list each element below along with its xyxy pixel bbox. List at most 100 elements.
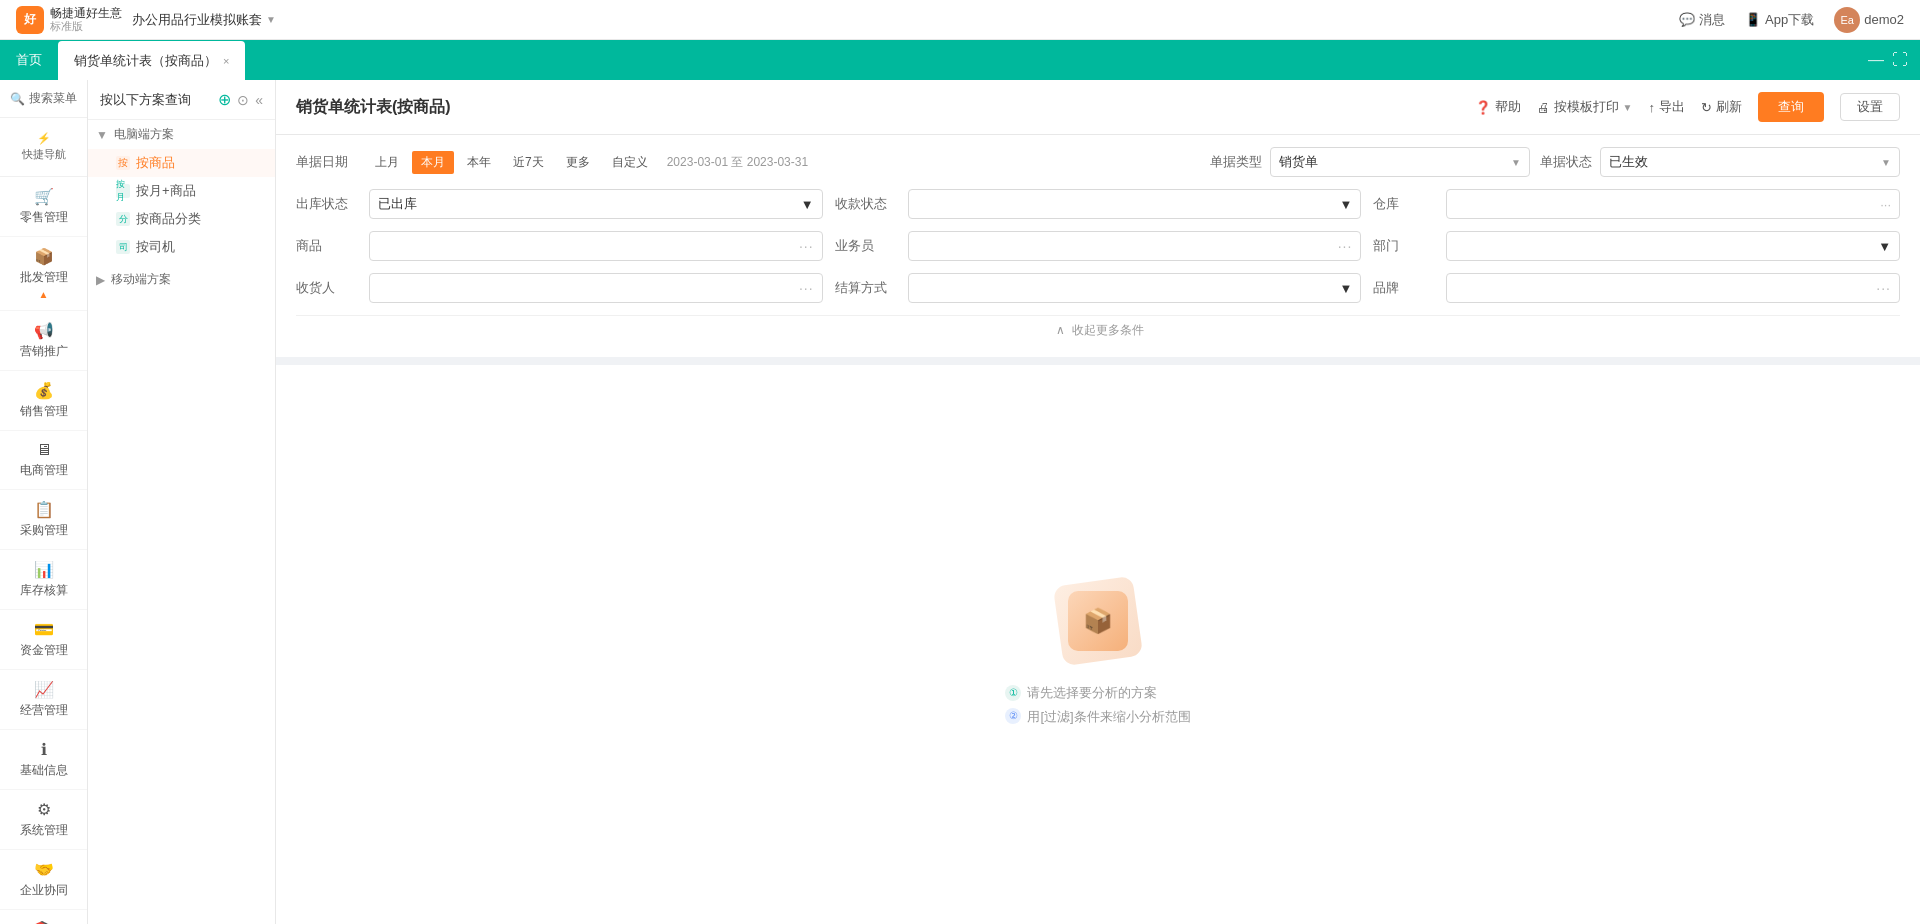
collapse-bar[interactable]: ∧ 收起更多条件	[296, 315, 1900, 345]
doc-status-select[interactable]: 已生效 ▼	[1600, 147, 1900, 177]
sidebar-item-operations-label: 经营管理	[20, 702, 68, 719]
payment-cell: 结算方式 ▼	[835, 273, 1362, 303]
search-menu-button[interactable]: 🔍 搜索菜单	[8, 90, 79, 107]
sidebar-item-ecommerce[interactable]: 🖥 电商管理	[0, 431, 87, 490]
tree-item-driver-label: 按司机	[136, 238, 175, 256]
collab-icon: 🤝	[34, 860, 54, 879]
sidebar-item-marketing[interactable]: 📢 营销推广	[0, 311, 87, 371]
collapse-up-icon: ∧	[1056, 323, 1065, 337]
maximize-icon[interactable]: ⛶	[1892, 51, 1908, 69]
tab-active[interactable]: 销货单统计表（按商品） ×	[58, 41, 245, 81]
workspace-selector[interactable]: 办公用品行业模拟账套 ▼	[132, 11, 276, 29]
staff-input[interactable]: ···	[908, 231, 1362, 261]
staff-cell: 业务员 ···	[835, 231, 1362, 261]
dept-select[interactable]: ▼	[1446, 231, 1900, 261]
sidebar-item-purchase[interactable]: 📋 采购管理	[0, 490, 87, 550]
user-menu[interactable]: Ea demo2	[1834, 7, 1904, 33]
date-pill-more[interactable]: 更多	[557, 151, 599, 174]
doc-type-select[interactable]: 销货单 ▼	[1270, 147, 1530, 177]
warehouse-select[interactable]: ···	[1446, 189, 1900, 219]
query-button[interactable]: 查询	[1758, 92, 1824, 122]
sidebar-item-basic[interactable]: ℹ 基础信息	[0, 730, 87, 790]
print-icon: 🖨	[1537, 100, 1550, 115]
sidebar-item-operations[interactable]: 📈 经营管理	[0, 670, 87, 730]
payment-select[interactable]: ▼	[908, 273, 1362, 303]
minimize-icon[interactable]: —	[1868, 51, 1884, 69]
tree-item-by-category[interactable]: 分 按商品分类	[88, 205, 275, 233]
tree-arrow-pc: ▼	[96, 128, 108, 142]
staff-dots: ···	[1338, 238, 1353, 254]
wholesale-icon: 📦	[34, 247, 54, 266]
out-status-value: 已出库	[378, 195, 417, 213]
hint-2-text: 用[过滤]条件来缩小分析范围	[1027, 705, 1190, 728]
tab-close-icon[interactable]: ×	[223, 55, 229, 67]
settings-button[interactable]: 设置	[1840, 93, 1900, 121]
edit-scheme-icon[interactable]: ⊙	[237, 92, 249, 108]
avatar: Ea	[1834, 7, 1860, 33]
filter-row-3: 商品 ··· 业务员 ··· 部门 ▼	[296, 231, 1900, 261]
date-pill-7days[interactable]: 近7天	[504, 151, 553, 174]
add-scheme-icon[interactable]: ⊕	[218, 90, 231, 109]
tab-home[interactable]: 首页	[0, 40, 58, 80]
filter-row-4: 收货人 ··· 结算方式 ▼ 品牌 ···	[296, 273, 1900, 303]
tree-item-by-driver[interactable]: 司 按司机	[88, 233, 275, 261]
brand-cell: 品牌 ···	[1373, 273, 1900, 303]
msg-button[interactable]: 💬 消息	[1679, 11, 1725, 29]
purchase-icon: 📋	[34, 500, 54, 519]
sidebar-nav: ⚡ 快捷导航	[0, 118, 87, 177]
receiver-input[interactable]: ···	[369, 273, 823, 303]
out-status-select[interactable]: 已出库 ▼	[369, 189, 823, 219]
date-pill-custom[interactable]: 自定义	[603, 151, 657, 174]
tree-item-by-goods[interactable]: 按 按商品	[88, 149, 275, 177]
brand-input[interactable]: ···	[1446, 273, 1900, 303]
scheme-icon-driver: 司	[116, 240, 130, 254]
sidebar-item-system[interactable]: ⚙ 系统管理	[0, 790, 87, 850]
topbar-right: 💬 消息 📱 App下载 Ea demo2	[1679, 7, 1904, 33]
sidebar-item-finance[interactable]: 💳 资金管理	[0, 610, 87, 670]
sidebar-item-retail[interactable]: 🛒 零售管理	[0, 177, 87, 237]
hint-1-dot: ①	[1005, 685, 1021, 701]
sidebar-item-inventory[interactable]: 📊 库存核算	[0, 550, 87, 610]
app-download-button[interactable]: 📱 App下载	[1745, 11, 1814, 29]
operations-icon: 📈	[34, 680, 54, 699]
sidebar-item-guide[interactable]: 📚 新手引导	[0, 910, 87, 924]
doc-type-label: 单据类型	[1200, 153, 1270, 171]
receiver-label: 收货人	[296, 279, 361, 297]
tab-controls: — ⛶	[1868, 51, 1920, 69]
pay-status-select[interactable]: ▼	[908, 189, 1362, 219]
tree-section-pc: ▼ 电脑端方案	[88, 120, 275, 149]
sidebar-item-wholesale[interactable]: 📦 批发管理 ▲	[0, 237, 87, 311]
brand-dots: ···	[1876, 280, 1891, 296]
refresh-button[interactable]: ↻ 刷新	[1701, 98, 1742, 116]
goods-input[interactable]: ···	[369, 231, 823, 261]
scheme-icon-month: 按月	[116, 184, 130, 198]
payment-label: 结算方式	[835, 279, 900, 297]
doc-status-caret: ▼	[1881, 157, 1891, 168]
staff-label: 业务员	[835, 237, 900, 255]
collapse-panel-icon[interactable]: «	[255, 92, 263, 108]
help-button[interactable]: ❓ 帮助	[1475, 98, 1521, 116]
page-title: 销货单统计表(按商品)	[296, 97, 451, 130]
sales-icon: 💰	[34, 381, 54, 400]
quick-nav-button[interactable]: ⚡ 快捷导航	[0, 126, 87, 168]
tree-item-category-label: 按商品分类	[136, 210, 201, 228]
quick-nav-icon: ⚡	[37, 132, 51, 145]
date-pill-this-month[interactable]: 本月	[412, 151, 454, 174]
date-pill-this-year[interactable]: 本年	[458, 151, 500, 174]
help-icon: ❓	[1475, 100, 1491, 115]
sidebar-item-sales[interactable]: 💰 销售管理	[0, 371, 87, 431]
empty-icon-wrapper: 📦	[1038, 561, 1158, 661]
system-icon: ⚙	[37, 800, 51, 819]
workspace-label: 办公用品行业模拟账套	[132, 11, 262, 29]
doc-status-value: 已生效	[1609, 153, 1648, 171]
sidebar-item-ecommerce-label: 电商管理	[20, 462, 68, 479]
quick-nav-label: 快捷导航	[22, 147, 66, 162]
date-pill-last-month[interactable]: 上月	[366, 151, 408, 174]
refresh-label: 刷新	[1716, 98, 1742, 116]
tree-item-by-month-goods[interactable]: 按月 按月+商品	[88, 177, 275, 205]
sidebar-item-collab[interactable]: 🤝 企业协同	[0, 850, 87, 910]
filter-area: 单据日期 上月 本月 本年 近7天 更多 自定义 2023-03-01 至 20…	[276, 135, 1920, 357]
print-button[interactable]: 🖨 按模板打印 ▼	[1537, 98, 1633, 116]
export-button[interactable]: ↑ 导出	[1649, 98, 1686, 116]
goods-label: 商品	[296, 237, 361, 255]
